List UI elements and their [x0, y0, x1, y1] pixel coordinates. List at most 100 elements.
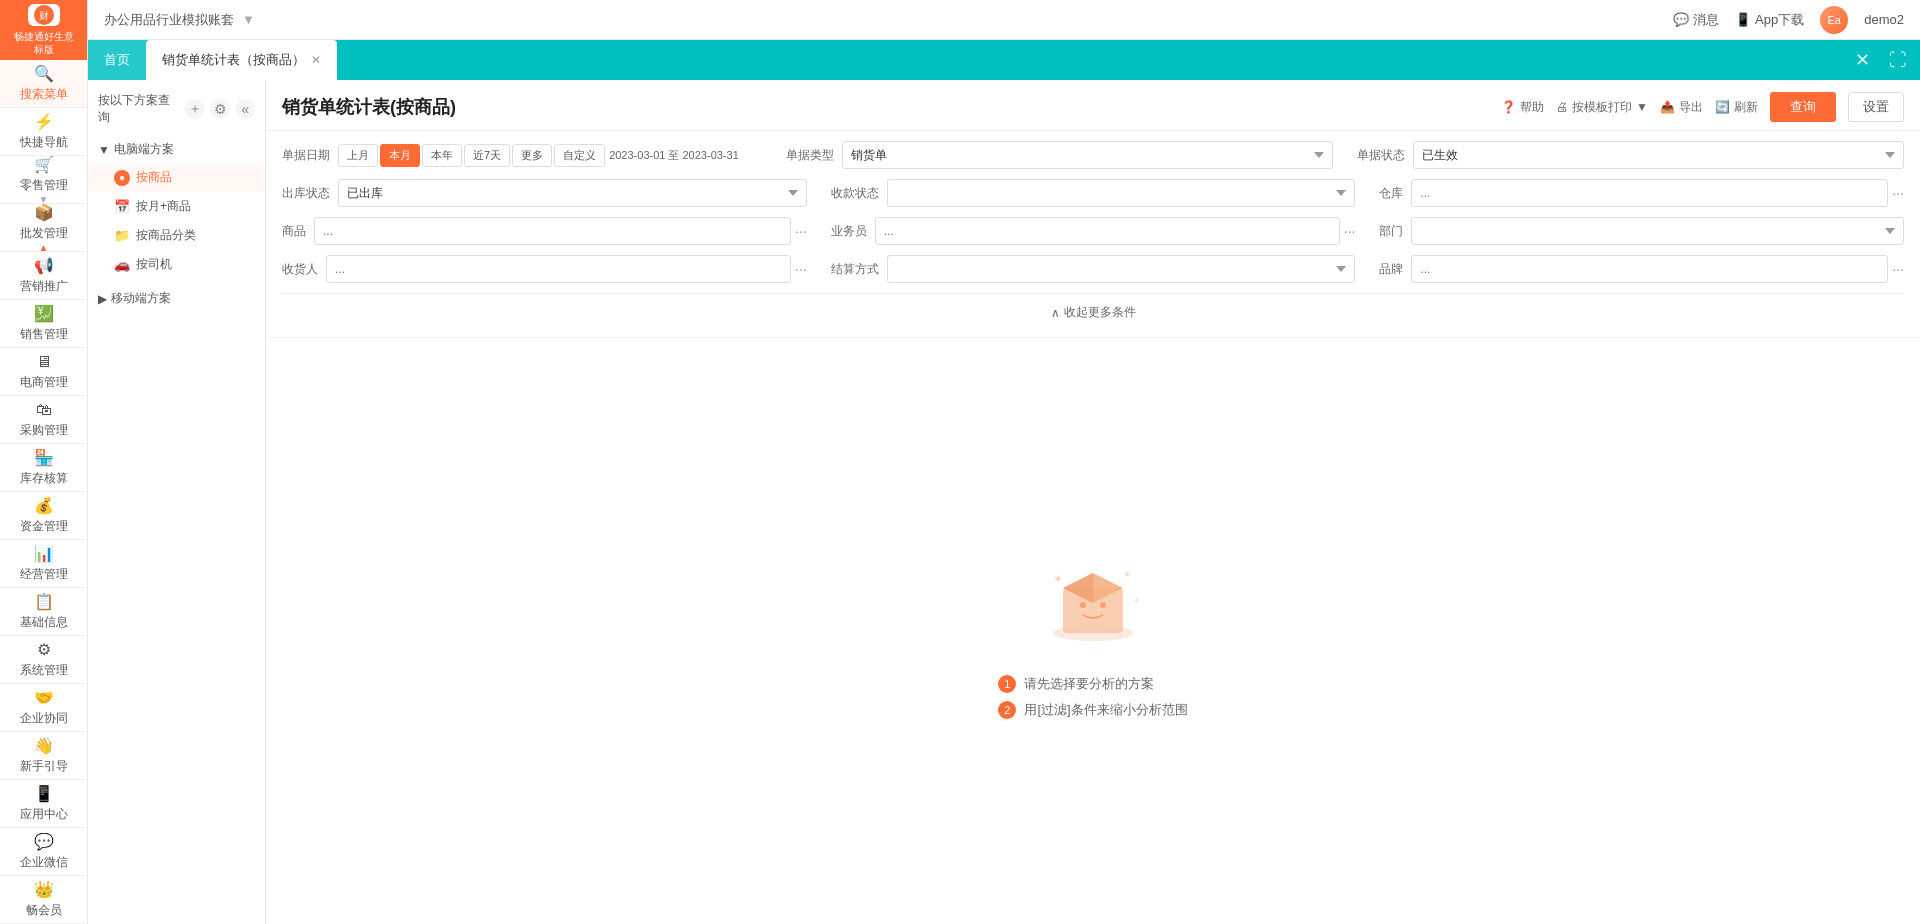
sales-icon: 💹	[34, 304, 54, 323]
staff-input[interactable]	[875, 217, 1340, 245]
tab-maximize-button[interactable]: ⛶	[1884, 46, 1912, 74]
tab-home[interactable]: 首页	[88, 40, 146, 80]
message-icon: 💬	[1673, 12, 1689, 27]
settings-scheme-button[interactable]: ⚙	[210, 99, 229, 119]
tip-num-2: 2	[998, 701, 1016, 719]
print-button[interactable]: 🖨 按模板打印 ▼	[1556, 99, 1648, 116]
tab-close-button[interactable]: ✕	[311, 53, 321, 67]
scheme-group-mobile-header[interactable]: ▶ 移动端方案	[88, 285, 265, 312]
date-btn-more[interactable]: 更多	[512, 144, 552, 167]
date-btn-last-month[interactable]: 上月	[338, 144, 378, 167]
svg-point-6	[1080, 602, 1086, 608]
sidebar-item-members[interactable]: 👑 畅会员	[0, 876, 87, 924]
sidebar-item-retail[interactable]: 🛒 零售管理 ▼	[0, 156, 87, 204]
scheme-item-by-cashier[interactable]: 🚗 按司机	[88, 250, 265, 279]
warehouse-input[interactable]	[1411, 179, 1888, 207]
expand-icon: ▼	[98, 143, 110, 157]
sidebar-item-system[interactable]: ⚙ 系统管理	[0, 636, 87, 684]
sidebar-item-ecommerce[interactable]: 🖥 电商管理	[0, 348, 87, 396]
tip-num-1: 1	[998, 675, 1016, 693]
workspace-label: 办公用品行业模拟账套	[104, 11, 234, 29]
sidebar-item-wechat[interactable]: 💬 企业微信	[0, 828, 87, 876]
pay-status-select[interactable]	[887, 179, 1356, 207]
brand-dots[interactable]: ···	[1892, 261, 1904, 277]
message-button[interactable]: 💬 消息	[1673, 11, 1719, 29]
tab-actions: ✕ ⛶	[1848, 46, 1920, 74]
dept-select[interactable]	[1411, 217, 1904, 245]
scheme-item-by-month-product[interactable]: 📅 按月+商品	[88, 192, 265, 221]
tab-report[interactable]: 销货单统计表（按商品） ✕	[146, 40, 337, 80]
product-input[interactable]	[314, 217, 791, 245]
receiver-dots[interactable]: ···	[795, 261, 807, 277]
add-scheme-button[interactable]: ＋	[185, 99, 204, 119]
doc-status-select[interactable]: 已生效	[1413, 141, 1904, 169]
operations-icon: 📊	[34, 544, 54, 563]
tip-text-2: 用[过滤]条件来缩小分析范围	[1024, 701, 1187, 719]
sidebar-item-quick-nav[interactable]: ⚡ 快捷导航	[0, 108, 87, 156]
sidebar-item-newuser[interactable]: 👋 新手引导	[0, 732, 87, 780]
scheme-item-label: 按商品分类	[136, 227, 196, 244]
brand-input[interactable]	[1411, 255, 1888, 283]
date-group: 上月 本月 本年 近7天 更多 自定义 2023-03-01 至 2023-03…	[338, 144, 762, 167]
avatar[interactable]: Ea	[1820, 6, 1848, 34]
scheme-item-by-product[interactable]: ● 按商品	[88, 163, 265, 192]
warehouse-dots[interactable]: ···	[1892, 185, 1904, 201]
svg-text:✦: ✦	[1123, 569, 1131, 580]
scheme-group-desktop-header[interactable]: ▼ 电脑端方案	[88, 136, 265, 163]
query-button[interactable]: 查询	[1770, 92, 1836, 122]
scheme-group-label: 移动端方案	[111, 290, 171, 307]
help-icon: ❓	[1501, 100, 1516, 114]
sidebar-item-appcenter[interactable]: 📱 应用中心	[0, 780, 87, 828]
out-status-select[interactable]: 已出库	[338, 179, 807, 207]
product-label: 商品	[282, 223, 306, 240]
help-button[interactable]: ❓ 帮助	[1501, 99, 1544, 116]
newuser-icon: 👋	[34, 736, 54, 755]
sidebar-item-basic[interactable]: 📋 基础信息	[0, 588, 87, 636]
sidebar-item-marketing[interactable]: 📢 营销推广	[0, 252, 87, 300]
scheme-item-icon: 📅	[114, 199, 130, 214]
brand-label: 品牌	[1379, 261, 1403, 278]
ecommerce-icon: 🖥	[36, 353, 52, 371]
doc-type-select[interactable]: 销货单	[842, 141, 1333, 169]
sidebar-item-search[interactable]: 🔍 搜索菜单	[0, 60, 87, 108]
filter-row-3: 商品 ··· 业务员 ··· 部门	[282, 217, 1904, 245]
retail-icon: 🛒	[34, 155, 54, 174]
date-btn-7days[interactable]: 近7天	[464, 144, 510, 167]
scheme-item-by-category[interactable]: 📁 按商品分类	[88, 221, 265, 250]
collapse-filter-button[interactable]: ∧ 收起更多条件	[1045, 298, 1142, 327]
date-buttons: 上月 本月 本年 近7天 更多 自定义	[338, 144, 605, 167]
sidebar-item-enterprise[interactable]: 🤝 企业协同	[0, 684, 87, 732]
basic-icon: 📋	[34, 592, 54, 611]
receiver-input[interactable]	[326, 255, 791, 283]
refresh-button[interactable]: 🔄 刷新	[1715, 99, 1758, 116]
date-btn-this-year[interactable]: 本年	[422, 144, 462, 167]
staff-dots[interactable]: ···	[1344, 223, 1356, 239]
empty-tips: 1 请先选择要分析的方案 2 用[过滤]条件来缩小分析范围	[998, 675, 1187, 719]
settle-label: 结算方式	[831, 261, 879, 278]
settle-select[interactable]	[887, 255, 1356, 283]
scheme-group-label: 电脑端方案	[114, 141, 174, 158]
settings-button[interactable]: 设置	[1848, 92, 1904, 122]
date-label: 单据日期	[282, 147, 330, 164]
product-dots[interactable]: ···	[795, 223, 807, 239]
workspace-selector[interactable]: 办公用品行业模拟账套 ▼	[104, 11, 255, 29]
sidebar: 财 畅捷通好生意 标版 🔍 搜索菜单 ⚡ 快捷导航 🛒 零售管理 ▼ 📦 批发管…	[0, 0, 88, 924]
export-button[interactable]: 📤 导出	[1660, 99, 1703, 116]
date-btn-custom[interactable]: 自定义	[554, 144, 605, 167]
date-range-text: 2023-03-01 至 2023-03-31	[609, 148, 739, 163]
sidebar-item-sales[interactable]: 💹 销售管理	[0, 300, 87, 348]
sidebar-item-operations[interactable]: 📊 经营管理	[0, 540, 87, 588]
date-btn-this-month[interactable]: 本月	[380, 144, 420, 167]
filter-settle: 结算方式	[831, 255, 1356, 283]
collapse-scheme-button[interactable]: «	[236, 99, 255, 119]
sidebar-item-purchase[interactable]: 🛍 采购管理	[0, 396, 87, 444]
sidebar-item-inventory[interactable]: 🏪 库存核算	[0, 444, 87, 492]
filter-row-2: 出库状态 已出库 收款状态 仓库	[282, 179, 1904, 207]
app-download-button[interactable]: 📱 App下载	[1735, 11, 1804, 29]
scheme-item-label: 按商品	[136, 169, 172, 186]
tab-close-all-button[interactable]: ✕	[1848, 46, 1876, 74]
sidebar-item-finance[interactable]: 💰 资金管理	[0, 492, 87, 540]
header-actions: 💬 消息 📱 App下载 Ea demo2	[1673, 6, 1904, 34]
sidebar-item-wholesale[interactable]: 📦 批发管理 ▲	[0, 204, 87, 252]
filter-product: 商品 ···	[282, 217, 807, 245]
